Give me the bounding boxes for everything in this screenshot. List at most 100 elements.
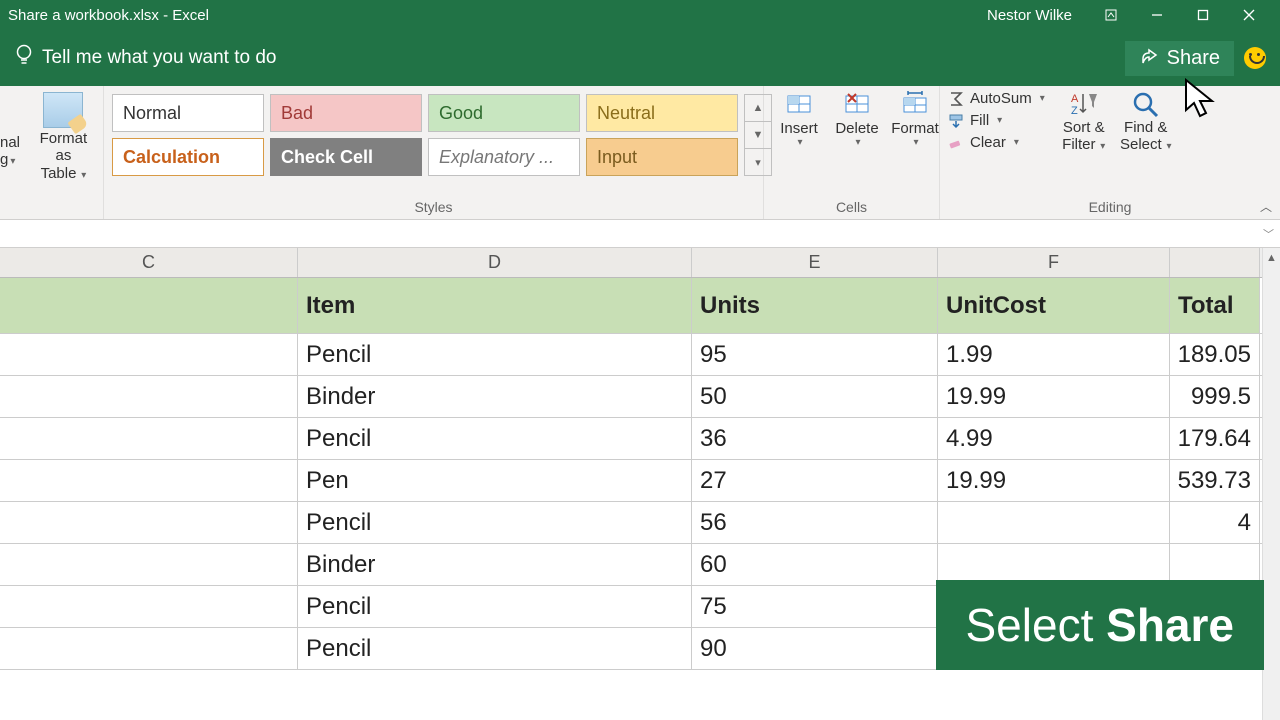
cell[interactable]: 4.99: [938, 418, 1170, 459]
cell[interactable]: 50: [692, 376, 938, 417]
cell[interactable]: Pencil: [298, 334, 692, 375]
style-input[interactable]: Input: [586, 138, 738, 176]
table-header-row[interactable]: Item Units UnitCost Total: [0, 278, 1280, 334]
cell[interactable]: [1170, 544, 1260, 585]
cell[interactable]: 19.99: [938, 460, 1170, 501]
cell[interactable]: Pencil: [298, 502, 692, 543]
cell[interactable]: Binder: [298, 544, 692, 585]
style-explanatory[interactable]: Explanatory ...: [428, 138, 580, 176]
table-row[interactable]: Pencil364.99179.64: [0, 418, 1280, 460]
table-row[interactable]: Pencil951.99189.05: [0, 334, 1280, 376]
cell[interactable]: 60: [692, 544, 938, 585]
cell[interactable]: [0, 334, 298, 375]
cell[interactable]: 90: [692, 628, 938, 669]
cell[interactable]: 1.99: [938, 334, 1170, 375]
lightbulb-icon: [14, 43, 34, 73]
scroll-up-icon[interactable]: ▲: [1266, 252, 1277, 264]
svg-text:A: A: [1071, 93, 1079, 105]
fill-down-icon: [948, 113, 964, 129]
cell[interactable]: [0, 376, 298, 417]
group-label-editing: Editing: [948, 197, 1272, 219]
cell[interactable]: [938, 502, 1170, 543]
insert-cells-button[interactable]: Insert▾: [772, 90, 826, 148]
ribbon: nal g▾ Format as Table ▾ Normal Bad Good…: [0, 86, 1280, 220]
tell-me-bar: Tell me what you want to do Share: [0, 30, 1280, 86]
style-check-cell[interactable]: Check Cell: [270, 138, 422, 176]
format-cells-icon: [900, 90, 930, 118]
cell[interactable]: 999.5: [1170, 376, 1260, 417]
table-row[interactable]: Binder5019.99999.5: [0, 376, 1280, 418]
tell-me-input[interactable]: Tell me what you want to do: [42, 47, 276, 69]
user-name: Nestor Wilke: [987, 7, 1072, 24]
col-header-d[interactable]: D: [298, 248, 692, 277]
autosum-button[interactable]: AutoSum ▾: [948, 90, 1045, 107]
feedback-smiley-icon[interactable]: [1244, 47, 1266, 69]
cell[interactable]: Total: [1170, 278, 1260, 333]
cell[interactable]: 95: [692, 334, 938, 375]
cell[interactable]: Pen: [298, 460, 692, 501]
cell[interactable]: 75: [692, 586, 938, 627]
cell[interactable]: Pencil: [298, 628, 692, 669]
sort-filter-button[interactable]: AZ Sort & Filter ▾: [1055, 90, 1113, 153]
fill-button[interactable]: Fill ▾: [948, 112, 1045, 129]
cell[interactable]: Binder: [298, 376, 692, 417]
cell[interactable]: 36: [692, 418, 938, 459]
collapse-ribbon-button[interactable]: ︿: [1260, 198, 1272, 215]
style-normal[interactable]: Normal: [112, 94, 264, 132]
delete-cells-button[interactable]: Delete▾: [830, 90, 884, 148]
clear-button[interactable]: Clear ▾: [948, 134, 1045, 151]
conditional-formatting-button-partial[interactable]: nal g▾: [0, 90, 32, 169]
format-cells-button[interactable]: Format▾: [888, 90, 942, 148]
cell[interactable]: [0, 502, 298, 543]
table-row[interactable]: Pen2719.99539.73: [0, 460, 1280, 502]
col-header-g[interactable]: [1170, 248, 1260, 277]
cell-styles-gallery[interactable]: Normal Bad Good Neutral ▲ ▼ ▾ Calculatio…: [112, 90, 772, 180]
cell[interactable]: UnitCost: [938, 278, 1170, 333]
style-neutral[interactable]: Neutral: [586, 94, 738, 132]
cell[interactable]: [0, 628, 298, 669]
col-header-e[interactable]: E: [692, 248, 938, 277]
format-as-table-icon: [43, 92, 83, 128]
cell[interactable]: 4: [1170, 502, 1260, 543]
cell[interactable]: Pencil: [298, 586, 692, 627]
cell[interactable]: [0, 544, 298, 585]
window-minimize[interactable]: [1134, 0, 1180, 30]
style-good[interactable]: Good: [428, 94, 580, 132]
window-maximize[interactable]: [1180, 0, 1226, 30]
cell[interactable]: 27: [692, 460, 938, 501]
ribbon-display-options[interactable]: [1088, 0, 1134, 30]
delete-cells-icon: [842, 90, 872, 118]
expand-formula-bar-icon[interactable]: ﹀: [1263, 226, 1274, 242]
style-calculation[interactable]: Calculation: [112, 138, 264, 176]
svg-text:Z: Z: [1071, 105, 1078, 117]
cell[interactable]: [0, 418, 298, 459]
style-bad[interactable]: Bad: [270, 94, 422, 132]
vertical-scrollbar[interactable]: ▲: [1262, 248, 1280, 720]
cell[interactable]: 189.05: [1170, 334, 1260, 375]
find-select-button[interactable]: Find & Select ▾: [1117, 90, 1175, 153]
cell[interactable]: [0, 460, 298, 501]
cell[interactable]: Pencil: [298, 418, 692, 459]
col-header-c[interactable]: C: [0, 248, 298, 277]
formula-bar[interactable]: ﹀: [0, 220, 1280, 248]
format-as-table-button[interactable]: Format as Table ▾: [32, 90, 95, 182]
cell[interactable]: 539.73: [1170, 460, 1260, 501]
ribbon-group-cells: Insert▾ Delete▾ Format▾ Cells: [764, 86, 940, 219]
group-label-styles: Styles: [112, 197, 755, 219]
cell[interactable]: [938, 544, 1170, 585]
ribbon-group-format: nal g▾ Format as Table ▾: [0, 86, 104, 219]
cell[interactable]: [0, 586, 298, 627]
share-button[interactable]: Share: [1125, 41, 1234, 76]
window-close[interactable]: [1226, 0, 1272, 30]
share-icon: [1139, 48, 1159, 68]
cell[interactable]: 19.99: [938, 376, 1170, 417]
cell[interactable]: 56: [692, 502, 938, 543]
table-row[interactable]: Pencil56 4: [0, 502, 1280, 544]
ribbon-group-editing: AutoSum ▾ Fill ▾ Clear ▾ AZ Sort & Filte…: [940, 86, 1280, 219]
cell[interactable]: [0, 278, 298, 333]
cell[interactable]: 179.64: [1170, 418, 1260, 459]
cell[interactable]: Item: [298, 278, 692, 333]
share-label: Share: [1167, 47, 1220, 70]
col-header-f[interactable]: F: [938, 248, 1170, 277]
cell[interactable]: Units: [692, 278, 938, 333]
